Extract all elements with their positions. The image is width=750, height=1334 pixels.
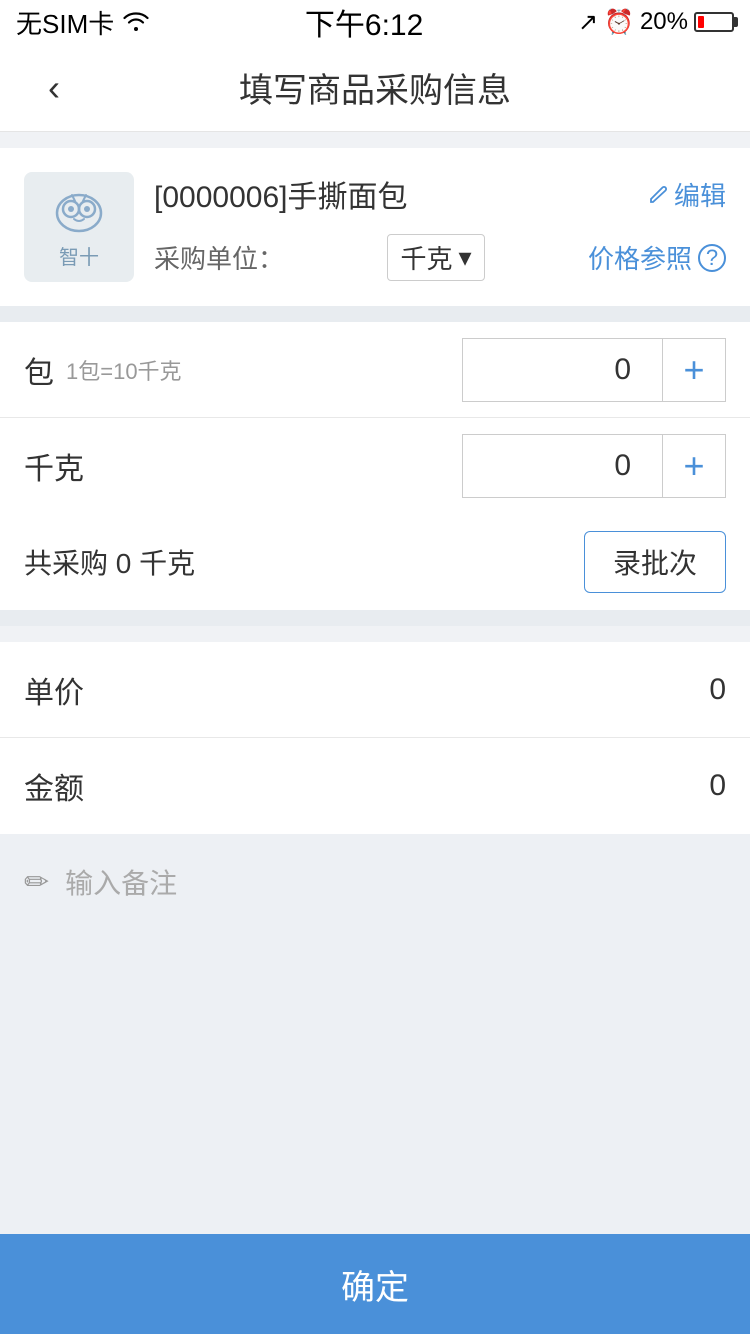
summary-row: 共采购 0 千克 录批次 [0,514,750,610]
status-left: 无SIM卡 [16,4,150,41]
divider-1 [0,306,750,322]
status-bar: 无SIM卡 下午6:12 ↗ ⏰ 20% [0,0,750,44]
kg-quantity-input[interactable] [462,434,662,498]
chevron-down-icon: ▾ [458,242,471,273]
alarm-icon: ⏰ [604,8,634,37]
remark-section[interactable]: ✏ 输入备注 [0,834,750,930]
location-icon: ↗ [578,8,598,37]
amount-row: 金额 0 [0,738,750,834]
batch-button[interactable]: 录批次 [584,531,726,593]
bag-input-group: + [462,338,726,402]
price-value: 0 [709,673,726,707]
divider-2 [0,610,750,626]
product-info: [0000006]手撕面包 编辑 采购单位： 千克 ▾ 价格参照 ? [154,172,726,281]
carrier-text: 无SIM卡 [16,4,114,41]
bag-plus-button[interactable]: + [662,338,726,402]
confirm-label: 确定 [341,1260,409,1309]
back-button[interactable]: ‹ [24,58,84,118]
product-card: 智十 [0000006]手撕面包 编辑 采购单位： 千克 ▾ 价格参照 ? [0,148,750,306]
summary-suffix: 千克 [139,548,195,579]
product-name: [0000006]手撕面包 [154,172,407,216]
unit-label: 采购单位： [154,239,284,276]
content-filler [0,930,750,1270]
amount-value: 0 [709,769,726,803]
product-logo [49,185,109,241]
remark-placeholder: 输入备注 [65,862,177,902]
status-time: 下午6:12 [305,0,423,44]
pencil-icon: ✏ [24,865,49,900]
help-icon: ? [698,244,726,272]
price-row: 单价 0 [0,642,750,738]
wifi-icon [122,7,150,38]
kg-input-group: + [462,434,726,498]
bag-sub-label: 1包=10千克 [66,354,182,386]
summary-quantity: 0 [116,548,132,579]
price-label: 单价 [24,668,84,712]
kg-label: 千克 [24,444,84,488]
info-section: 单价 0 金额 0 [0,642,750,834]
battery-percent: 20% [640,8,688,36]
unit-value: 千克 [400,239,452,276]
summary-prefix: 共采购 [24,548,108,579]
bag-label: 包 1包=10千克 [24,348,182,392]
bag-quantity-input[interactable] [462,338,662,402]
battery-icon [694,12,734,32]
summary-text: 共采购 0 千克 [24,542,195,582]
amount-label: 金额 [24,764,84,808]
price-ref-label: 价格参照 [588,239,692,276]
bag-quantity-row: 包 1包=10千克 + [0,322,750,418]
nav-bar: ‹ 填写商品采购信息 [0,44,750,132]
page-title: 填写商品采购信息 [239,63,511,112]
status-right: ↗ ⏰ 20% [578,8,734,37]
edit-button[interactable]: 编辑 [648,176,726,213]
kg-quantity-row: 千克 + [0,418,750,514]
kg-plus-button[interactable]: + [662,434,726,498]
price-ref-button[interactable]: 价格参照 ? [588,239,726,276]
product-thumbnail: 智十 [24,172,134,282]
unit-select[interactable]: 千克 ▾ [387,234,484,281]
quantity-form-section: 包 1包=10千克 + 千克 + [0,322,750,514]
edit-label: 编辑 [674,176,726,213]
confirm-button[interactable]: 确定 [0,1234,750,1334]
logo-text: 智十 [49,241,109,270]
